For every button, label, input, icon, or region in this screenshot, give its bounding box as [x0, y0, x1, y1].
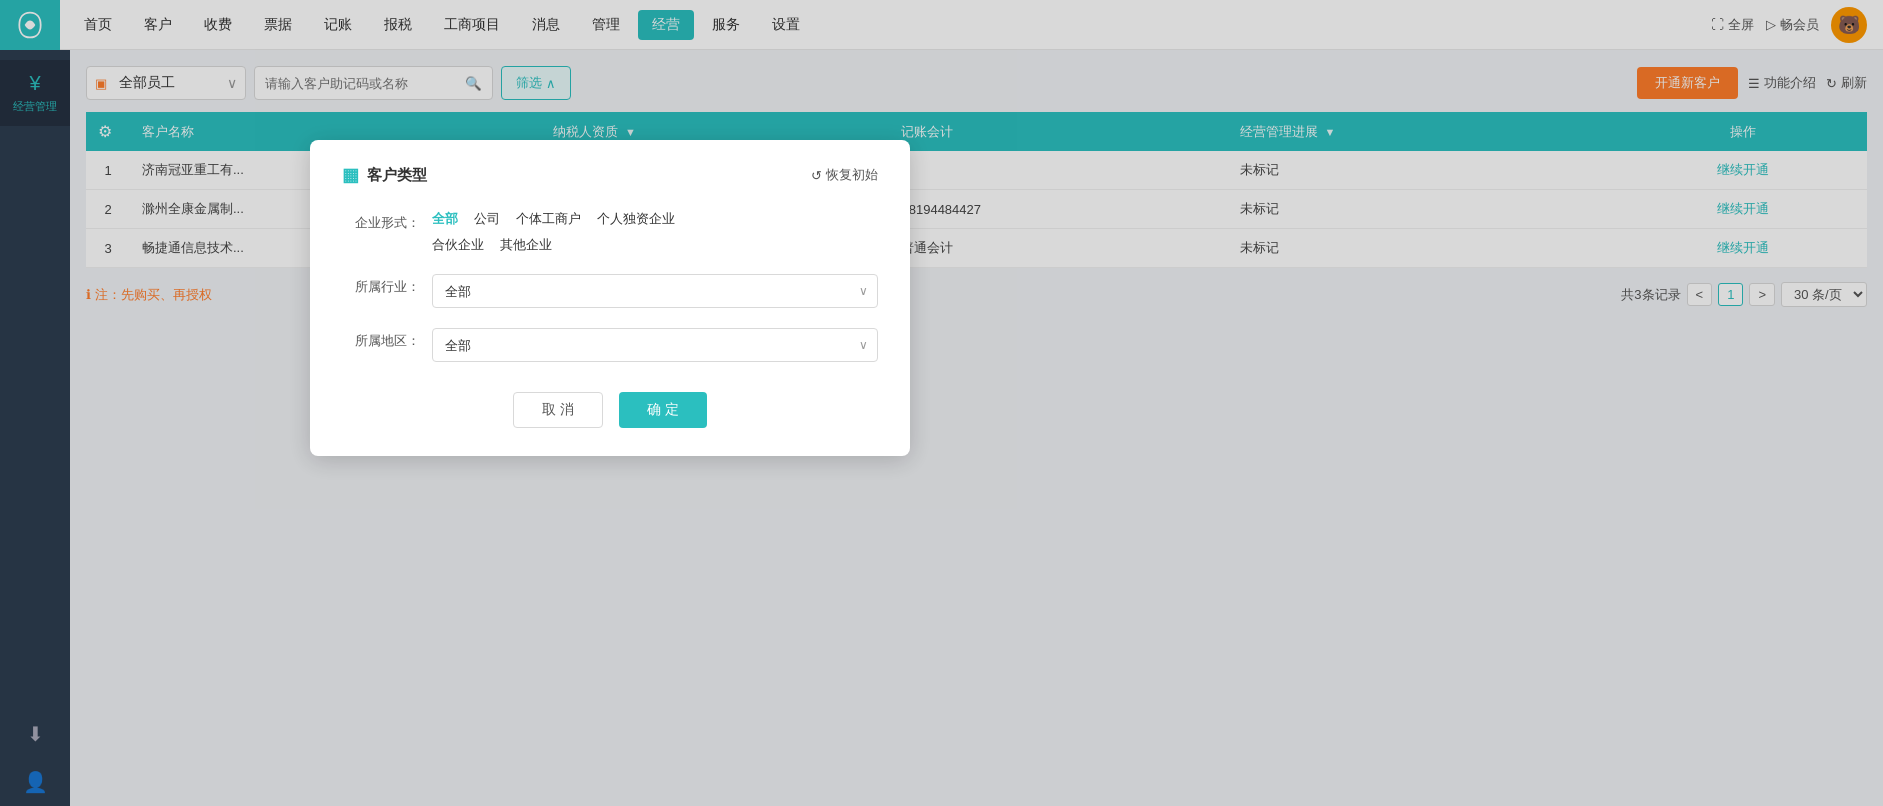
reset-icon: ↺ — [811, 168, 822, 183]
cancel-button[interactable]: 取 消 — [513, 392, 603, 428]
enterprise-option-5[interactable]: 其他企业 — [500, 236, 552, 254]
modal-footer: 取 消 确 定 — [342, 392, 878, 428]
region-select[interactable]: 全部 — [432, 328, 878, 362]
enterprise-form-row: 企业形式： 全部公司个体工商户个人独资企业合伙企业其他企业 — [342, 210, 878, 254]
modal-title-text: 客户类型 — [367, 166, 427, 185]
industry-label: 所属行业： — [342, 274, 432, 296]
modal-title-icon: ▦ — [342, 164, 359, 186]
enterprise-option-0[interactable]: 全部 — [432, 210, 458, 228]
enterprise-option-4[interactable]: 合伙企业 — [432, 236, 484, 254]
layout: ¥ 经营管理 ⬇ 👤 ▣ 全部员工 ∨ 🔍 — [0, 50, 1883, 806]
filter-modal: ▦ 客户类型 ↺ 恢复初始 企业形式： 全部公司个体工商户个人独资企业合伙企业其… — [310, 140, 910, 456]
region-form-row: 所属地区： 全部 — [342, 328, 878, 362]
modal-reset-button[interactable]: ↺ 恢复初始 — [811, 166, 878, 184]
modal-header: ▦ 客户类型 ↺ 恢复初始 — [342, 164, 878, 186]
industry-select[interactable]: 全部 — [432, 274, 878, 308]
region-select-wrap: 全部 — [432, 328, 878, 362]
main-content: ▣ 全部员工 ∨ 🔍 筛选 ∧ 开通新客户 ☰ 功能介绍 — [70, 50, 1883, 806]
modal-overlay: ▦ 客户类型 ↺ 恢复初始 企业形式： 全部公司个体工商户个人独资企业合伙企业其… — [70, 50, 1883, 806]
industry-form-row: 所属行业： 全部 — [342, 274, 878, 308]
region-label: 所属地区： — [342, 328, 432, 350]
enterprise-form-content: 全部公司个体工商户个人独资企业合伙企业其他企业 — [432, 210, 878, 254]
enterprise-option-3[interactable]: 个人独资企业 — [597, 210, 675, 228]
modal-title: ▦ 客户类型 — [342, 164, 427, 186]
reset-label: 恢复初始 — [826, 166, 878, 184]
industry-select-wrap: 全部 — [432, 274, 878, 308]
confirm-button[interactable]: 确 定 — [619, 392, 707, 428]
enterprise-form-label: 企业形式： — [342, 210, 432, 232]
enterprise-option-2[interactable]: 个体工商户 — [516, 210, 581, 228]
enterprise-option-1[interactable]: 公司 — [474, 210, 500, 228]
